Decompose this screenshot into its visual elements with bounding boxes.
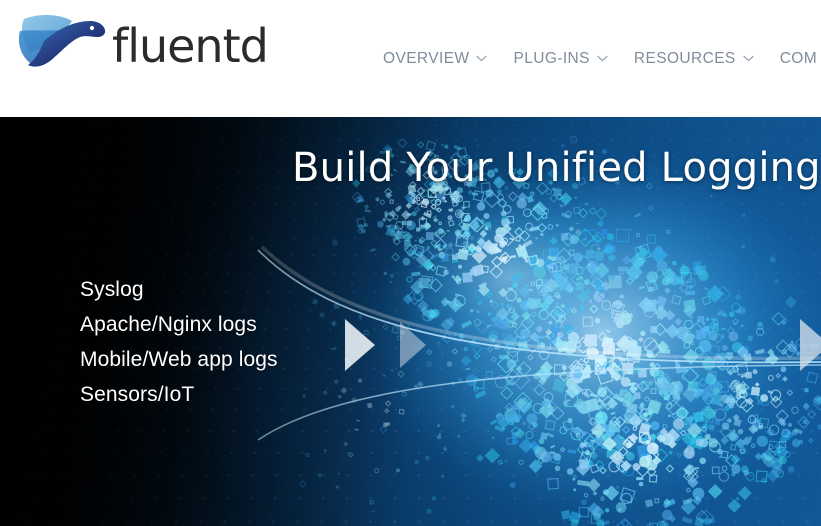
nav-label: COM — [779, 49, 818, 67]
hero-source-list: Syslog Apache/Nginx logs Mobile/Web app … — [80, 272, 278, 412]
fluentd-bird-logo-icon — [18, 15, 106, 67]
chevron-down-icon — [476, 55, 488, 62]
nav-label: RESOURCES — [633, 49, 736, 67]
site-header: fluentd OVERVIEW PLUG-INS RESOURCES COM — [0, 0, 821, 117]
nav-item-overview[interactable]: OVERVIEW — [383, 49, 488, 68]
hero-title: Build Your Unified Logging L — [292, 145, 821, 191]
source-item-syslog: Syslog — [80, 278, 144, 301]
nav-item-resources[interactable]: RESOURCES — [634, 50, 754, 68]
page-root: fluentd OVERVIEW PLUG-INS RESOURCES COM … — [0, 0, 821, 526]
source-item-sensors-iot: Sensors/IoT — [80, 383, 195, 406]
nav-label: PLUG-INS — [513, 49, 590, 67]
flow-arrow-1-icon — [345, 319, 375, 371]
nav-item-plug-ins[interactable]: PLUG-INS — [513, 49, 608, 68]
nav-label: OVERVIEW — [383, 49, 470, 67]
source-item-apache-nginx: Apache/Nginx logs — [80, 313, 257, 336]
nav-item-community[interactable]: COM — [780, 50, 817, 68]
hero-banner: Build Your Unified Logging L Syslog Apac… — [0, 117, 821, 526]
logo-wordmark: fluentd — [112, 19, 269, 73]
chevron-down-icon — [743, 55, 754, 62]
source-item-mobile-web: Mobile/Web app logs — [80, 348, 278, 371]
flow-arrow-3-icon — [800, 319, 821, 371]
primary-navigation: OVERVIEW PLUG-INS RESOURCES COM — [383, 0, 821, 117]
site-logo[interactable]: fluentd — [14, 8, 269, 78]
flow-arrow-2-icon — [400, 322, 426, 368]
chevron-down-icon — [597, 55, 608, 62]
